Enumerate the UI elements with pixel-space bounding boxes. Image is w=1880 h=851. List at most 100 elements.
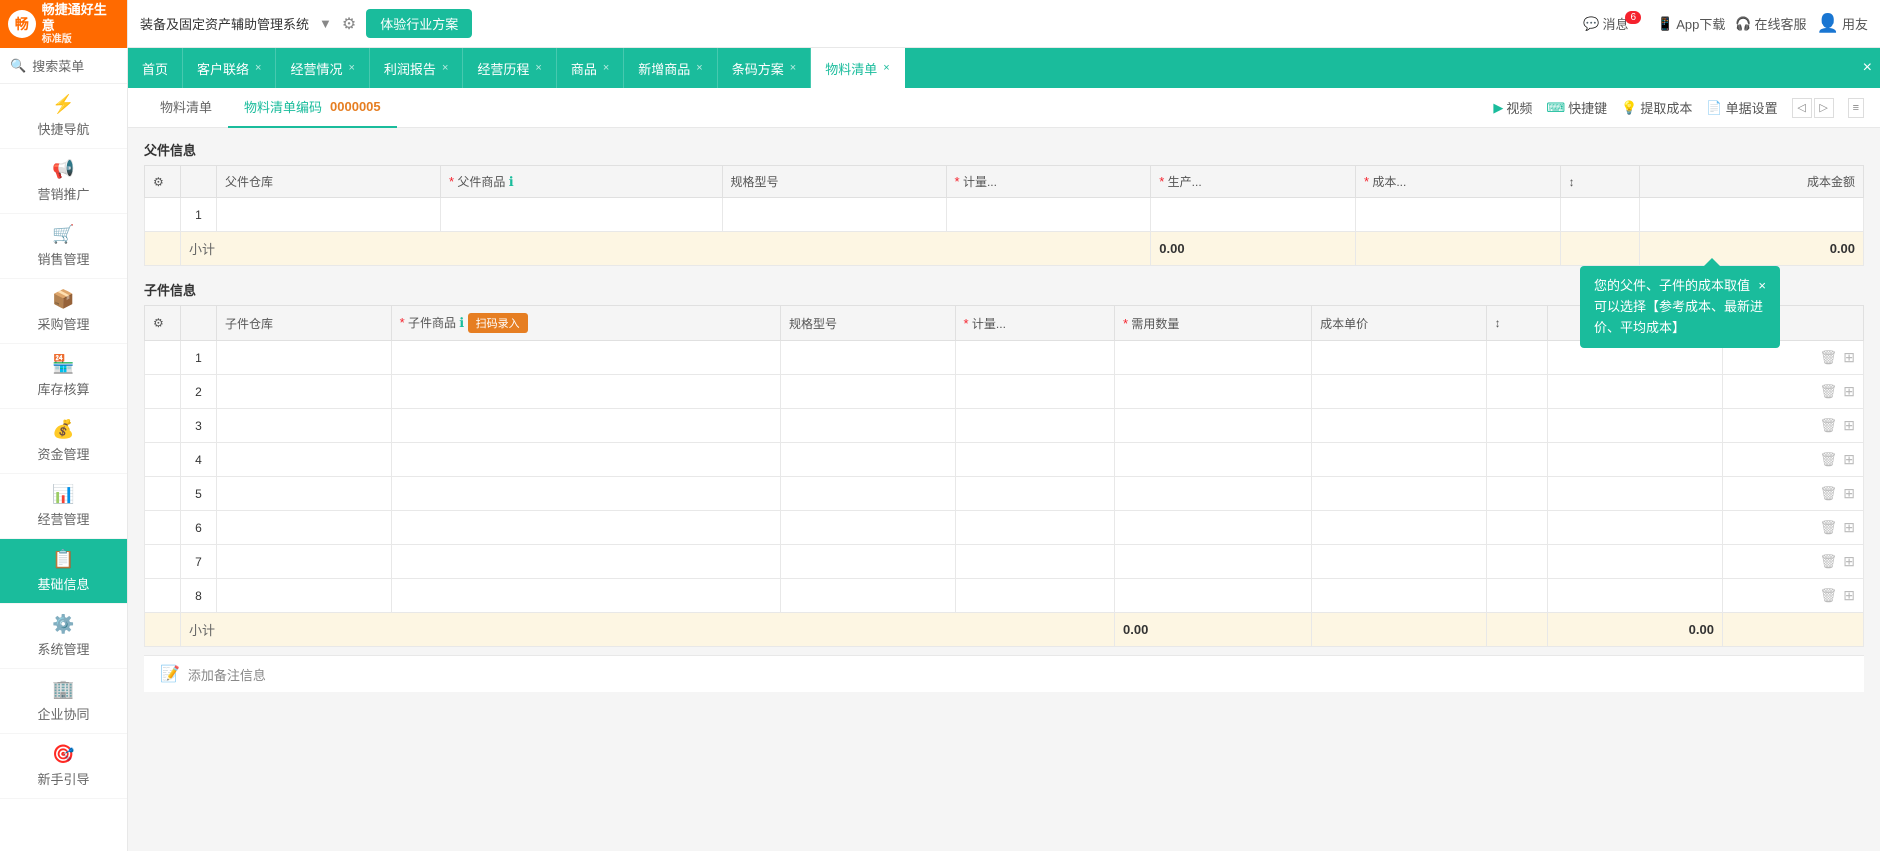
shortcut-btn[interactable]: ⌨ 快捷键 <box>1546 98 1607 117</box>
child-row5-spec[interactable] <box>780 477 955 511</box>
child-row3-unit[interactable] <box>955 409 1115 443</box>
sidebar-item-purchase[interactable]: 📦 采购管理 <box>0 279 127 344</box>
tab-history[interactable]: 经营历程 × <box>463 48 556 88</box>
tab-profit[interactable]: 利润报告 × <box>370 48 463 88</box>
tab-home[interactable]: 首页 <box>128 48 183 88</box>
dropdown-icon[interactable]: ▼ <box>319 16 332 31</box>
tab-history-close[interactable]: × <box>535 62 541 74</box>
next-record-btn[interactable]: ▷ <box>1814 98 1834 118</box>
child-row6-spec[interactable] <box>780 511 955 545</box>
tab-new-goods-close[interactable]: × <box>696 62 702 74</box>
child-row1-quantity[interactable] <box>1115 341 1312 375</box>
child-row7-unit[interactable] <box>955 545 1115 579</box>
child-row6-goods[interactable] <box>391 511 780 545</box>
child-row4-goods[interactable] <box>391 443 780 477</box>
online-service-btn[interactable]: 🎧 在线客服 <box>1735 14 1806 33</box>
tab-goods[interactable]: 商品 × <box>557 48 624 88</box>
child-row3-goods[interactable] <box>391 409 780 443</box>
sidebar-item-inventory[interactable]: 🏪 库存核算 <box>0 344 127 409</box>
sidebar-item-system[interactable]: ⚙️ 系统管理 <box>0 604 127 669</box>
child-row3-quantity[interactable] <box>1115 409 1312 443</box>
delete-row-icon[interactable]: 🗑 <box>1819 349 1837 366</box>
single-settings-btn[interactable]: 📄 单据设置 <box>1706 98 1777 117</box>
copy-row-icon[interactable]: ⊞ <box>1843 519 1855 536</box>
child-row5-cost-price[interactable] <box>1312 477 1487 511</box>
child-row8-cost-price[interactable] <box>1312 579 1487 613</box>
sidebar-item-sales[interactable]: 🛒 销售管理 <box>0 214 127 279</box>
copy-row-icon[interactable]: ⊞ <box>1843 553 1855 570</box>
delete-row-icon[interactable]: 🗑 <box>1819 553 1837 570</box>
copy-row-icon[interactable]: ⊞ <box>1843 451 1855 468</box>
child-row3-spec[interactable] <box>780 409 955 443</box>
sidebar-item-enterprise[interactable]: 🏢 企业协同 <box>0 669 127 734</box>
child-row5-warehouse[interactable] <box>217 477 392 511</box>
child-row8-warehouse[interactable] <box>217 579 392 613</box>
extract-cost-btn[interactable]: 💡 提取成本 <box>1621 98 1692 117</box>
sidebar-item-finance[interactable]: 💰 资金管理 <box>0 409 127 474</box>
child-row1-unit[interactable] <box>955 341 1115 375</box>
child-row6-quantity[interactable] <box>1115 511 1312 545</box>
delete-row-icon[interactable]: 🗑 <box>1819 519 1837 536</box>
scan-btn[interactable]: 扫码录入 <box>468 313 528 333</box>
copy-row-icon[interactable]: ⊞ <box>1843 417 1855 434</box>
child-row7-spec[interactable] <box>780 545 955 579</box>
tab-bom[interactable]: 物料清单 × <box>811 48 904 88</box>
child-row7-cost-price[interactable] <box>1312 545 1487 579</box>
copy-row-icon[interactable]: ⊞ <box>1843 383 1855 400</box>
child-row5-unit[interactable] <box>955 477 1115 511</box>
message-btn[interactable]: 💬 消息 6 <box>1583 14 1647 33</box>
view-video-btn[interactable]: ▶ 视频 <box>1493 98 1532 117</box>
tab-bom-close[interactable]: × <box>883 62 889 74</box>
tab-barcode[interactable]: 条码方案 × <box>718 48 811 88</box>
bottom-hint[interactable]: 📝 添加备注信息 <box>144 655 1864 692</box>
delete-row-icon[interactable]: 🗑 <box>1819 451 1837 468</box>
tab-profit-close[interactable]: × <box>442 62 448 74</box>
parent-row1-cost[interactable] <box>1355 198 1560 232</box>
child-row4-spec[interactable] <box>780 443 955 477</box>
parent-row1-goods[interactable] <box>441 198 722 232</box>
child-row1-spec[interactable] <box>780 341 955 375</box>
sub-tab-bom-code[interactable]: 物料清单编码 0000005 <box>228 88 397 128</box>
child-row1-goods[interactable] <box>391 341 780 375</box>
parent-row1-warehouse[interactable] <box>217 198 441 232</box>
delete-row-icon[interactable]: 🗑 <box>1819 383 1837 400</box>
delete-row-icon[interactable]: 🗑 <box>1819 587 1837 604</box>
copy-row-icon[interactable]: ⊞ <box>1843 349 1855 366</box>
app-download-btn[interactable]: 📱 App下载 <box>1657 14 1725 33</box>
child-row2-goods[interactable] <box>391 375 780 409</box>
user-btn[interactable]: 👤 用友 <box>1817 13 1868 34</box>
delete-row-icon[interactable]: 🗑 <box>1819 485 1837 502</box>
tooltip-close-btn[interactable]: × <box>1758 276 1766 297</box>
tab-operations-close[interactable]: × <box>348 62 354 74</box>
parent-row1-unit[interactable] <box>946 198 1151 232</box>
close-all-tabs[interactable]: × <box>1863 59 1872 77</box>
prev-record-btn[interactable]: ◁ <box>1792 98 1812 118</box>
child-row7-goods[interactable] <box>391 545 780 579</box>
settings-icon[interactable]: ⚙ <box>342 14 356 34</box>
sub-tab-bom-list[interactable]: 物料清单 <box>144 88 228 128</box>
sidebar-item-operations[interactable]: 📊 经营管理 <box>0 474 127 539</box>
child-row2-unit[interactable] <box>955 375 1115 409</box>
sidebar-item-marketing[interactable]: 📢 营销推广 <box>0 149 127 214</box>
child-row7-quantity[interactable] <box>1115 545 1312 579</box>
child-row1-cost-price[interactable] <box>1312 341 1487 375</box>
child-row2-spec[interactable] <box>780 375 955 409</box>
child-row6-cost-price[interactable] <box>1312 511 1487 545</box>
child-row2-warehouse[interactable] <box>217 375 392 409</box>
child-row4-cost-price[interactable] <box>1312 443 1487 477</box>
child-row2-cost-price[interactable] <box>1312 375 1487 409</box>
search-menu[interactable]: 🔍 搜索菜单 <box>0 48 127 84</box>
child-row2-quantity[interactable] <box>1115 375 1312 409</box>
child-row8-spec[interactable] <box>780 579 955 613</box>
child-row3-cost-price[interactable] <box>1312 409 1487 443</box>
child-row8-goods[interactable] <box>391 579 780 613</box>
child-row5-quantity[interactable] <box>1115 477 1312 511</box>
sidebar-item-newbie[interactable]: 🎯 新手引导 <box>0 734 127 799</box>
child-row4-warehouse[interactable] <box>217 443 392 477</box>
child-row7-warehouse[interactable] <box>217 545 392 579</box>
copy-row-icon[interactable]: ⊞ <box>1843 587 1855 604</box>
tab-goods-close[interactable]: × <box>603 62 609 74</box>
child-row4-quantity[interactable] <box>1115 443 1312 477</box>
tab-barcode-close[interactable]: × <box>790 62 796 74</box>
grid-view-btn[interactable]: ≡ <box>1848 98 1864 118</box>
